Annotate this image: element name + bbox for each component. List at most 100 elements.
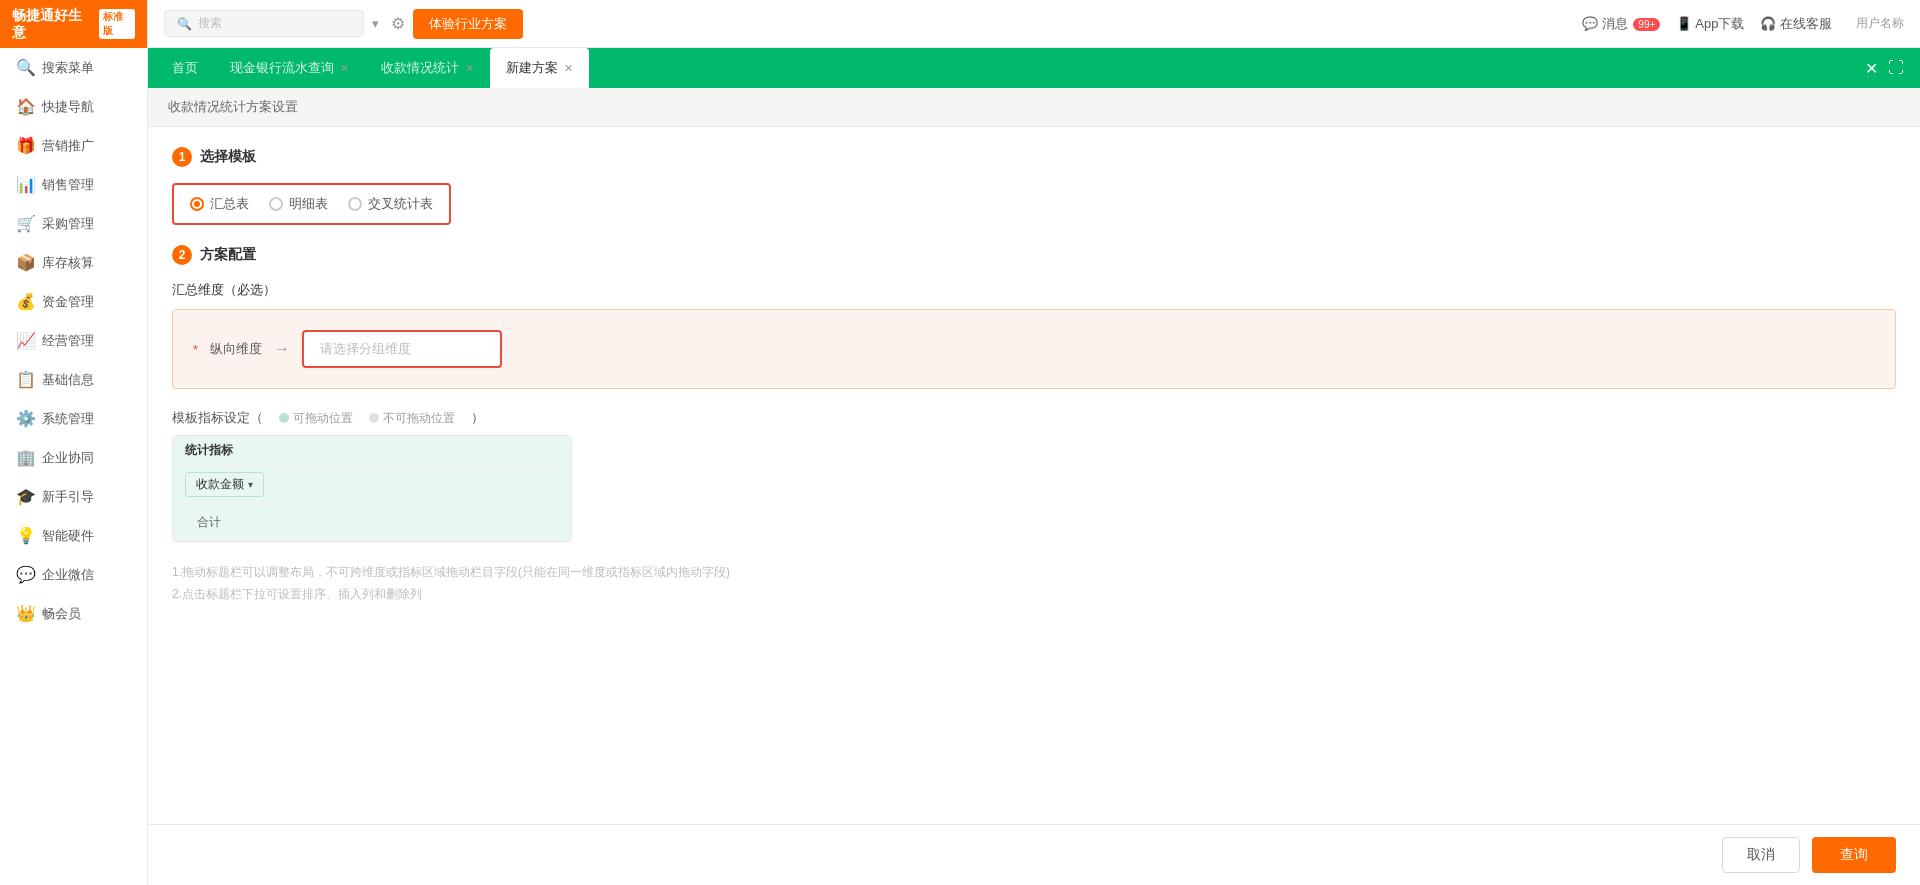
sidebar-item-label: 系统管理: [42, 410, 94, 428]
vertical-dimension-label: 纵向维度: [210, 340, 262, 358]
cart-icon: 🛒: [16, 214, 34, 233]
metrics-table: 统计指标 收款金额 ▾ 合计: [172, 435, 572, 542]
query-button[interactable]: 查询: [1812, 837, 1896, 873]
section2-num: 2: [172, 245, 192, 265]
radio-detail[interactable]: 明细表: [269, 195, 328, 213]
required-marker: *: [193, 342, 198, 357]
maximize-icon[interactable]: ⛶: [1888, 59, 1904, 77]
dimension-label-text: 汇总维度（必选）: [172, 282, 276, 297]
sidebar-item-label: 基础信息: [42, 371, 94, 389]
tabbar-right: ✕ ⛶: [1865, 59, 1912, 78]
topbar: 🔍 搜索 ▾ ⚙ 体验行业方案 💬 消息 99+ 📱 App下载 🎧 在线客服 …: [148, 0, 1920, 48]
form-area: 1 选择模板 汇总表 明细表 交叉统计表 2: [148, 127, 1920, 824]
bulb-icon: 💡: [16, 526, 34, 545]
tip-2: 2.点击标题栏下拉可设置排序、插入列和删除列: [172, 584, 1896, 606]
close-window-icon[interactable]: ✕: [1865, 59, 1878, 78]
sidebar-item-label: 库存核算: [42, 254, 94, 272]
radio-cross-dot: [348, 197, 362, 211]
radio-summary-label: 汇总表: [210, 195, 249, 213]
sidebar-item-search[interactable]: 🔍 搜索菜单: [0, 48, 147, 87]
download-item[interactable]: 📱 App下载: [1676, 15, 1744, 33]
sidebar-item-purchase[interactable]: 🛒 采购管理: [0, 204, 147, 243]
sidebar-item-label: 资金管理: [42, 293, 94, 311]
notification-label: 消息: [1602, 16, 1628, 31]
sidebar-item-corp[interactable]: 🏢 企业协同: [0, 438, 147, 477]
tab-new-plan-close[interactable]: ✕: [564, 62, 573, 75]
tab-bank[interactable]: 现金银行流水查询 ✕: [214, 48, 365, 88]
content-area: 收款情况统计方案设置 1 选择模板 汇总表 明细表 交叉统计表: [148, 88, 1920, 824]
metrics-dropdown-arrow: ▾: [248, 479, 253, 490]
template-section: 汇总表 明细表 交叉统计表: [172, 183, 451, 225]
tab-bank-close[interactable]: ✕: [340, 62, 349, 75]
section1-header: 1 选择模板: [172, 147, 1896, 167]
sidebar-item-label: 快捷导航: [42, 98, 94, 116]
search-placeholder: 搜索: [198, 15, 222, 32]
tab-collection-close[interactable]: ✕: [465, 62, 474, 75]
fixed-hint: 不可拖动位置: [369, 410, 455, 427]
sidebar-item-operation[interactable]: 📈 经营管理: [0, 321, 147, 360]
industry-button[interactable]: 体验行业方案: [413, 9, 523, 39]
sidebar-item-label: 采购管理: [42, 215, 94, 233]
sidebar-item-wechat[interactable]: 💬 企业微信: [0, 555, 147, 594]
user-name: 用户名称: [1856, 15, 1904, 32]
gear-icon: ⚙️: [16, 409, 34, 428]
chart-icon: 📊: [16, 175, 34, 194]
sidebar-item-finance[interactable]: 💰 资金管理: [0, 282, 147, 321]
sidebar-item-label: 销售管理: [42, 176, 94, 194]
action-bar: 取消 查询: [148, 824, 1920, 885]
page-title: 收款情况统计方案设置: [168, 99, 298, 114]
support-label: 在线客服: [1780, 16, 1832, 31]
tab-home-label: 首页: [172, 59, 198, 77]
sidebar-item-hardware[interactable]: 💡 智能硬件: [0, 516, 147, 555]
cancel-button[interactable]: 取消: [1722, 837, 1800, 873]
tab-new-plan[interactable]: 新建方案 ✕: [490, 48, 589, 88]
section2-title: 方案配置: [200, 246, 256, 264]
dimension-selector[interactable]: 请选择分组维度: [302, 330, 502, 368]
sidebar-item-system[interactable]: ⚙️ 系统管理: [0, 399, 147, 438]
metrics-tag-amount[interactable]: 收款金额 ▾: [185, 472, 264, 497]
sidebar-item-label: 畅会员: [42, 605, 81, 623]
dropdown-arrow[interactable]: ▾: [372, 16, 379, 31]
metrics-section: 模板指标设定（ 可拖动位置 不可拖动位置 ） 统计指标 收: [172, 409, 1896, 542]
page-title-bar: 收款情况统计方案设置: [148, 88, 1920, 127]
sidebar-item-sales[interactable]: 📊 销售管理: [0, 165, 147, 204]
sidebar-item-marketing[interactable]: 🎁 营销推广: [0, 126, 147, 165]
section1-title: 选择模板: [200, 148, 256, 166]
download-label: App下载: [1695, 16, 1744, 31]
list-icon: 📋: [16, 370, 34, 389]
fixed-dot: [369, 413, 379, 423]
sidebar-item-guide[interactable]: 🎓 新手引导: [0, 477, 147, 516]
tabbar: 首页 现金银行流水查询 ✕ 收款情况统计 ✕ 新建方案 ✕ ✕ ⛶: [148, 48, 1920, 88]
dimension-row: * 纵向维度 → 请选择分组维度: [193, 330, 1875, 368]
trend-icon: 📈: [16, 331, 34, 350]
metrics-header: 模板指标设定（ 可拖动位置 不可拖动位置 ）: [172, 409, 1896, 427]
tab-collection[interactable]: 收款情况统计 ✕: [365, 48, 490, 88]
settings-icon[interactable]: ⚙: [391, 14, 405, 33]
radio-cross[interactable]: 交叉统计表: [348, 195, 433, 213]
sidebar-header: 畅捷通好生意 标准版: [0, 0, 147, 48]
sidebar-item-label: 新手引导: [42, 488, 94, 506]
gift-icon: 🎁: [16, 136, 34, 155]
sidebar-item-nav[interactable]: 🏠 快捷导航: [0, 87, 147, 126]
movable-dot: [279, 413, 289, 423]
radio-detail-label: 明细表: [289, 195, 328, 213]
tab-home[interactable]: 首页: [156, 48, 214, 88]
radio-summary[interactable]: 汇总表: [190, 195, 249, 213]
sidebar-item-member[interactable]: 👑 畅会员: [0, 594, 147, 633]
sidebar: 畅捷通好生意 标准版 🔍 搜索菜单 🏠 快捷导航 🎁 营销推广 📊 销售管理 🛒…: [0, 0, 148, 885]
money-icon: 💰: [16, 292, 34, 311]
search-box[interactable]: 🔍 搜索: [164, 10, 364, 37]
main-area: 🔍 搜索 ▾ ⚙ 体验行业方案 💬 消息 99+ 📱 App下载 🎧 在线客服 …: [148, 0, 1920, 885]
support-item[interactable]: 🎧 在线客服: [1760, 15, 1832, 33]
section2-header: 2 方案配置: [172, 245, 1896, 265]
sidebar-item-inventory[interactable]: 📦 库存核算: [0, 243, 147, 282]
guide-icon: 🎓: [16, 487, 34, 506]
sidebar-item-basic[interactable]: 📋 基础信息: [0, 360, 147, 399]
tab-collection-label: 收款情况统计: [381, 59, 459, 77]
radio-detail-dot: [269, 197, 283, 211]
notification-item[interactable]: 💬 消息 99+: [1582, 15, 1660, 33]
sidebar-item-label: 搜索菜单: [42, 59, 94, 77]
app-name: 畅捷通好生意: [12, 7, 91, 41]
topbar-right: 💬 消息 99+ 📱 App下载 🎧 在线客服 用户名称: [1582, 15, 1904, 33]
sidebar-item-label: 智能硬件: [42, 527, 94, 545]
